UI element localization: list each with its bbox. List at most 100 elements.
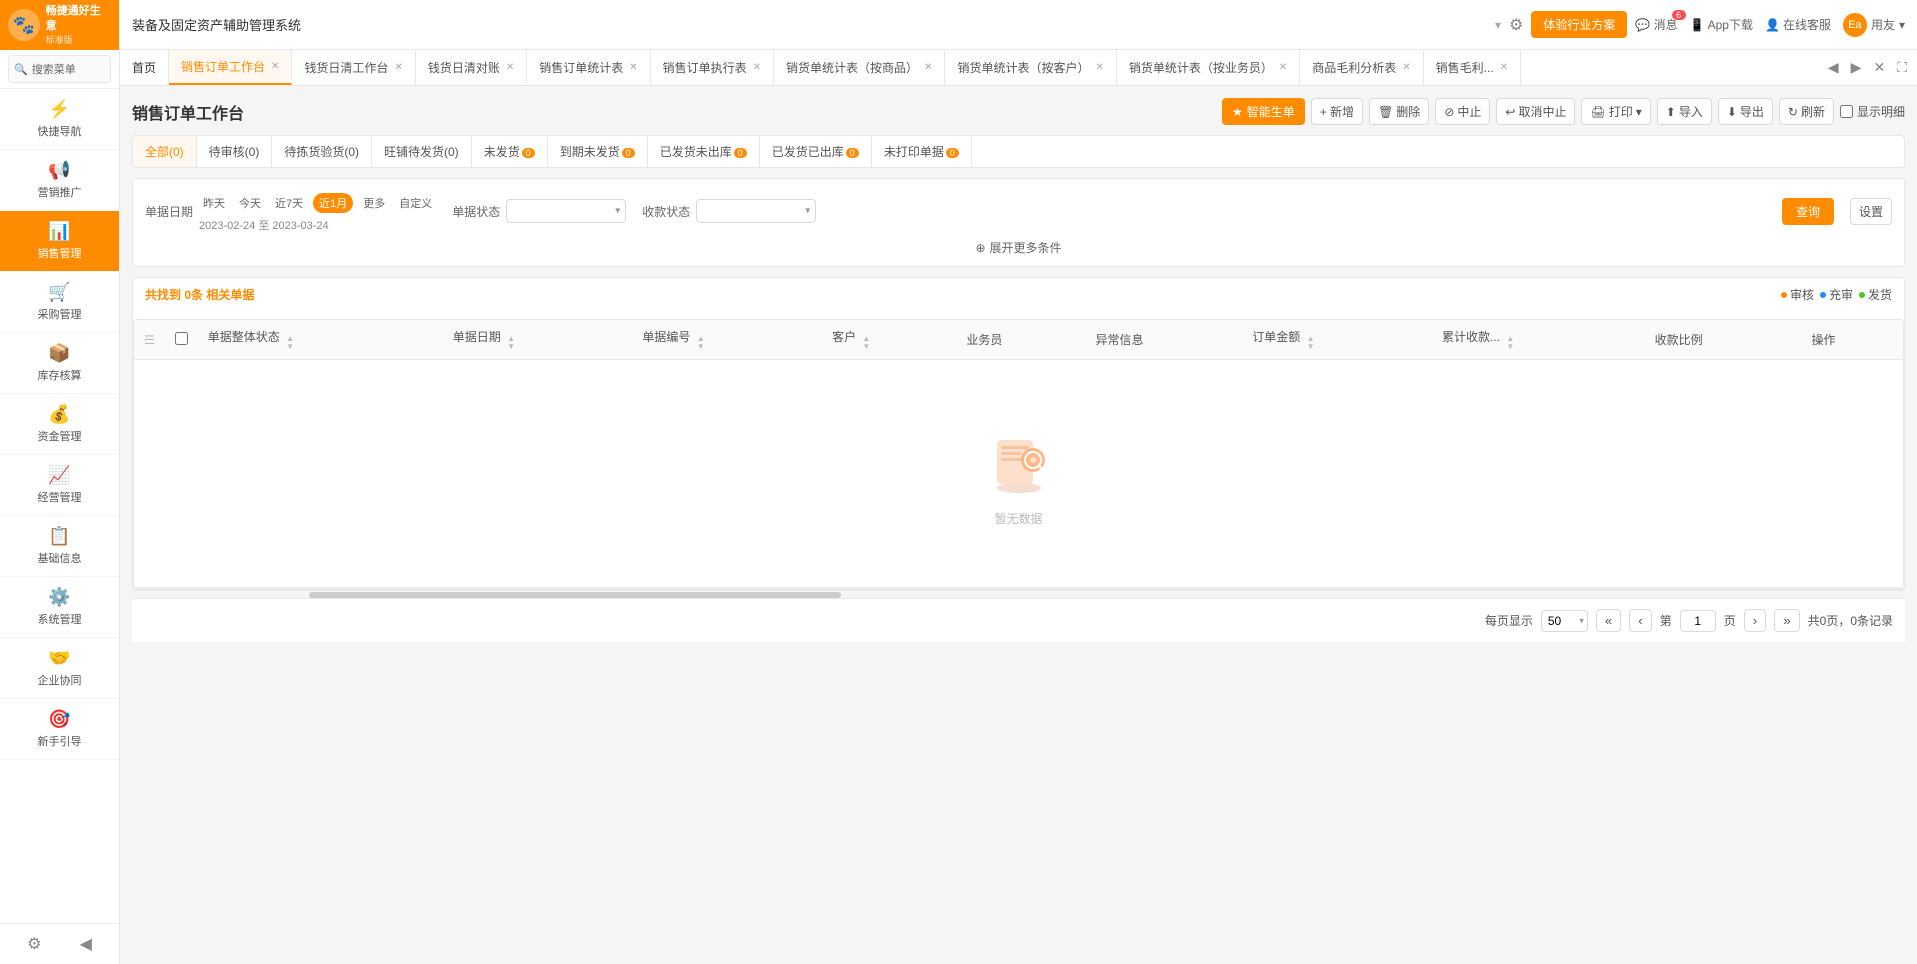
- dropdown-arrow-icon[interactable]: ▾: [1495, 18, 1501, 32]
- subtab-shipped-not-out[interactable]: 已发货未出库0: [648, 136, 760, 167]
- stop-btn[interactable]: ⊘ 中止: [1435, 98, 1490, 125]
- per-page-select[interactable]: 10 20 50 100: [1541, 610, 1588, 632]
- date-more-btn[interactable]: 更多: [359, 193, 389, 213]
- th-amount[interactable]: 订单金额 ▲▼: [1242, 320, 1432, 360]
- sidebar-item-operations[interactable]: 📈 经营管理: [0, 455, 119, 516]
- marketing-icon: 📢: [48, 160, 70, 181]
- tab-cash-reconcile[interactable]: 钱货日清对账 ✕: [416, 50, 527, 85]
- settings-filter-btn[interactable]: 设置: [1850, 198, 1892, 225]
- cancel-stop-btn[interactable]: ↩ 取消中止: [1496, 98, 1575, 125]
- th-status[interactable]: 单据整体状态 ▲▼: [198, 320, 443, 360]
- tab-close-icon[interactable]: ✕: [924, 62, 932, 73]
- show-detail-checkbox[interactable]: 显示明细: [1840, 103, 1905, 120]
- show-detail-input[interactable]: [1840, 105, 1853, 118]
- sidebar-item-quick-nav[interactable]: ⚡ 快捷导航: [0, 89, 119, 150]
- date-1month-btn[interactable]: 近1月: [313, 193, 353, 213]
- date-7days-btn[interactable]: 近7天: [271, 193, 307, 213]
- th-collected[interactable]: 累计收款... ▲▼: [1432, 320, 1645, 360]
- tab-gross-profit[interactable]: 商品毛利分析表 ✕: [1300, 50, 1423, 85]
- subtab-unprinted[interactable]: 未打印单据0: [872, 136, 972, 167]
- sidebar-item-system[interactable]: ⚙️ 系统管理: [0, 577, 119, 638]
- sidebar-item-enterprise[interactable]: 🤝 企业协同: [0, 638, 119, 699]
- page-prev-btn[interactable]: ‹: [1629, 609, 1651, 632]
- subtab-overdue-unshipped[interactable]: 到期未发货0: [548, 136, 648, 167]
- tab-maximize-btn[interactable]: ⛶: [1893, 57, 1911, 78]
- online-service-btn[interactable]: 👤 在线客服: [1765, 16, 1831, 33]
- date-today-btn[interactable]: 今天: [235, 193, 265, 213]
- th-customer[interactable]: 客户 ▲▼: [822, 320, 956, 360]
- date-custom-btn[interactable]: 自定义: [395, 193, 436, 213]
- industry-btn[interactable]: 体验行业方案: [1531, 11, 1627, 38]
- app-download-btn[interactable]: 📱 App下载: [1690, 16, 1753, 33]
- tab-cash-daily[interactable]: 钱货日清工作台 ✕: [292, 50, 415, 85]
- tab-close-icon[interactable]: ✕: [271, 61, 279, 72]
- review-action-btn[interactable]: 审核: [1781, 286, 1814, 303]
- tab-next-btn[interactable]: ▶: [1847, 57, 1866, 78]
- page-last-btn[interactable]: »: [1774, 609, 1799, 632]
- sidebar-item-finance[interactable]: 💰 资金管理: [0, 394, 119, 455]
- purchase-icon: 🛒: [48, 282, 70, 303]
- query-btn[interactable]: 查询: [1782, 198, 1834, 225]
- settings-gear-icon[interactable]: ⚙: [1509, 15, 1523, 35]
- tab-close-icon[interactable]: ✕: [394, 62, 402, 73]
- select-all-checkbox[interactable]: [175, 332, 188, 345]
- payment-select[interactable]: [696, 199, 816, 223]
- cancel-review-action-btn[interactable]: 充审: [1820, 286, 1853, 303]
- sidebar-item-sales[interactable]: 📊 销售管理: [0, 211, 119, 272]
- tab-sales-exec[interactable]: 销售订单执行表 ✕: [651, 50, 774, 85]
- page-next-btn[interactable]: ›: [1744, 609, 1766, 632]
- dot-green-icon: [1859, 292, 1865, 298]
- tab-close-icon[interactable]: ✕: [1500, 62, 1508, 73]
- th-number[interactable]: 单据编号 ▲▼: [632, 320, 822, 360]
- tab-close-all-btn[interactable]: ✕: [1869, 57, 1889, 78]
- tab-sales-by-staff[interactable]: 销货单统计表（按业务员） ✕: [1117, 50, 1300, 85]
- tab-close-icon[interactable]: ✕: [1095, 62, 1103, 73]
- tab-close-icon[interactable]: ✕: [1402, 62, 1410, 73]
- horizontal-scrollbar[interactable]: [132, 590, 1905, 598]
- tab-prev-btn[interactable]: ◀: [1824, 57, 1843, 78]
- sidebar-item-purchase[interactable]: 🛒 采购管理: [0, 272, 119, 333]
- import-btn[interactable]: ⬆ 导入: [1657, 98, 1712, 125]
- tab-sales-by-product[interactable]: 销货单统计表（按商品） ✕: [774, 50, 945, 85]
- tab-sales-revenue[interactable]: 销售毛利... ✕: [1424, 50, 1521, 85]
- tab-sales-by-customer[interactable]: 销货单统计表（按客户） ✕: [945, 50, 1116, 85]
- tab-close-icon[interactable]: ✕: [506, 62, 514, 73]
- subtab-unshipped[interactable]: 未发货0: [472, 136, 548, 167]
- message-btn[interactable]: 💬 6 消息: [1635, 16, 1677, 33]
- subtab-pending-review[interactable]: 待审核(0): [197, 136, 273, 167]
- subtabs: 全部(0) 待审核(0) 待拣货验货(0) 旺铺待发货(0) 未发货0 到期未发…: [132, 135, 1905, 168]
- tab-sales-workbench[interactable]: 销售订单工作台 ✕: [169, 50, 292, 85]
- export-btn[interactable]: ⬇ 导出: [1718, 98, 1773, 125]
- sidebar-item-guide[interactable]: 🎯 新手引导: [0, 699, 119, 760]
- add-btn[interactable]: + 新增: [1311, 98, 1363, 125]
- content-area: 销售订单工作台 ★ 智能生单 + 新增 🗑 删除 ⊘ 中止 ↩: [120, 86, 1917, 964]
- tab-home[interactable]: 首页: [120, 50, 169, 85]
- sidebar-item-marketing[interactable]: 📢 营销推广: [0, 150, 119, 211]
- sidebar-item-basic-info[interactable]: 📋 基础信息: [0, 516, 119, 577]
- smart-btn[interactable]: ★ 智能生单: [1222, 98, 1305, 125]
- subtab-all[interactable]: 全部(0): [133, 136, 197, 167]
- tab-sales-stat[interactable]: 销售订单统计表 ✕: [527, 50, 650, 85]
- tab-close-icon[interactable]: ✕: [753, 62, 761, 73]
- delete-btn[interactable]: 🗑 删除: [1369, 98, 1429, 125]
- status-select[interactable]: [506, 199, 626, 223]
- expand-filter-btn[interactable]: ⊕ 展开更多条件: [145, 239, 1892, 256]
- settings-icon[interactable]: ⚙: [27, 934, 41, 954]
- th-date[interactable]: 单据日期 ▲▼: [443, 320, 633, 360]
- sidebar-item-inventory[interactable]: 📦 库存核算: [0, 333, 119, 394]
- refresh-btn[interactable]: ↻ 刷新: [1779, 98, 1834, 125]
- subtab-pending-inspect[interactable]: 待拣货验货(0): [272, 136, 372, 167]
- collapse-icon[interactable]: ◀: [80, 934, 92, 954]
- tab-close-icon[interactable]: ✕: [629, 62, 637, 73]
- subtab-wangpu[interactable]: 旺铺待发货(0): [372, 136, 472, 167]
- user-menu[interactable]: Ea 用友 ▾: [1843, 13, 1905, 37]
- page-first-btn[interactable]: «: [1596, 609, 1621, 632]
- page-input[interactable]: [1680, 610, 1716, 632]
- date-yesterday-btn[interactable]: 昨天: [199, 193, 229, 213]
- tab-close-icon[interactable]: ✕: [1279, 62, 1287, 73]
- th-check[interactable]: [165, 320, 198, 360]
- search-menu-btn[interactable]: 🔍 搜索菜单: [8, 55, 111, 83]
- print-btn[interactable]: 🖨 打印 ▾: [1581, 98, 1650, 125]
- subtab-shipped-out[interactable]: 已发货已出库0: [760, 136, 872, 167]
- ship-action-btn[interactable]: 发货: [1859, 286, 1892, 303]
